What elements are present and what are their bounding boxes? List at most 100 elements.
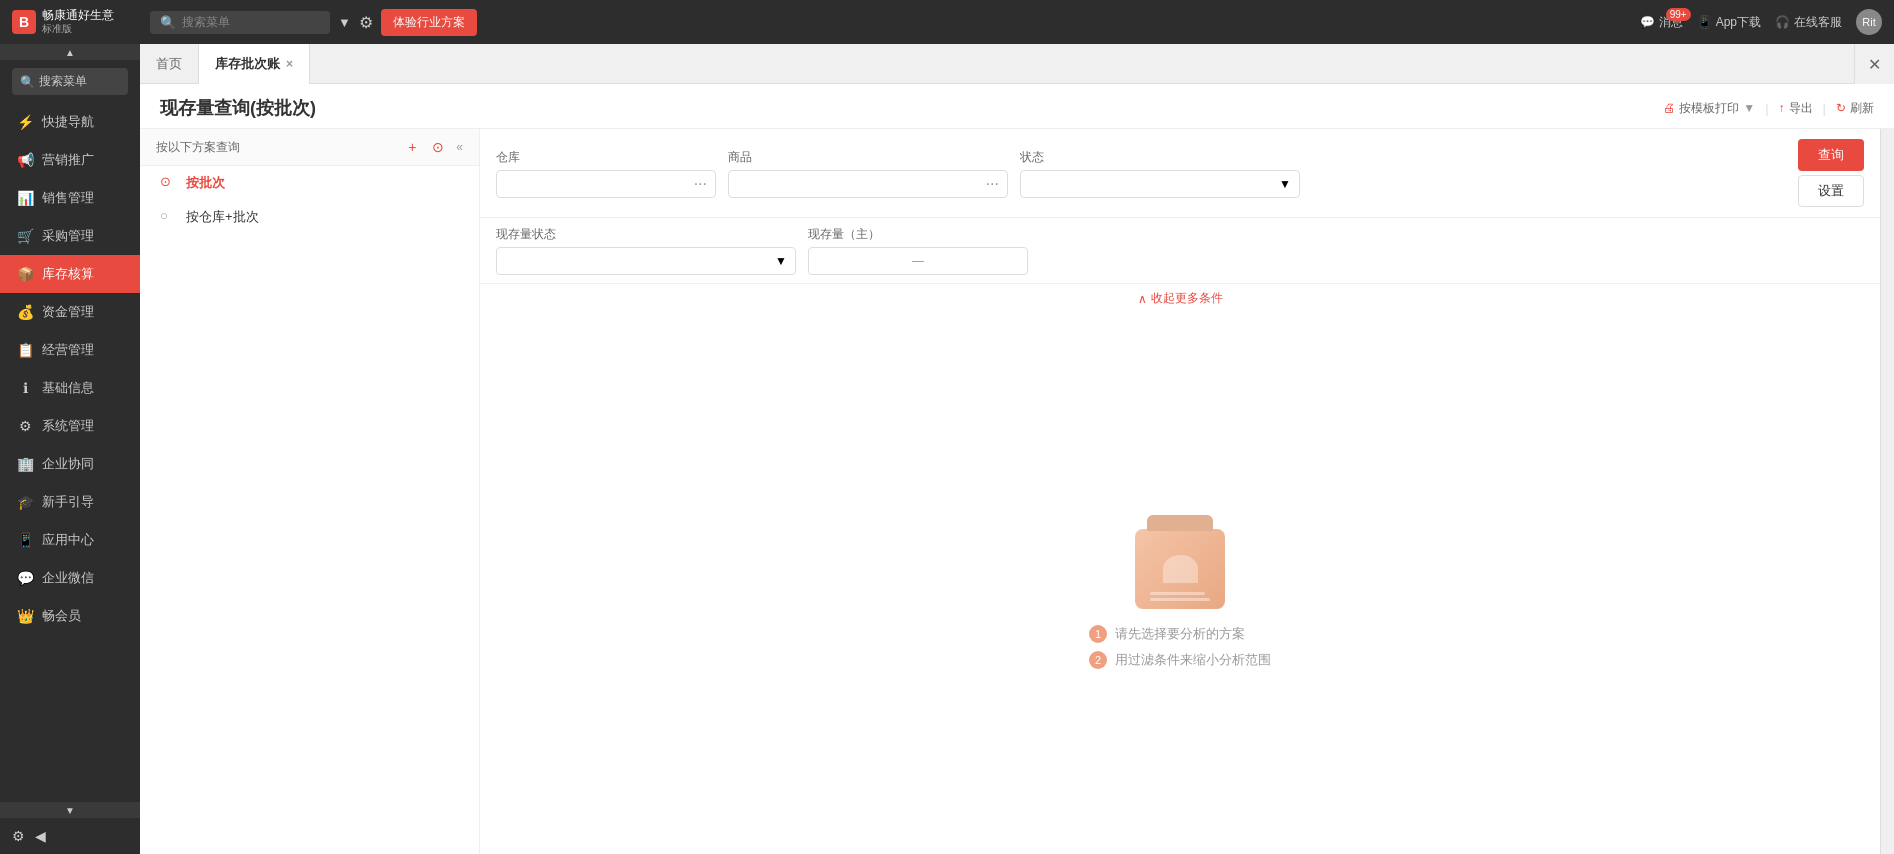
goods-input[interactable]: ··· xyxy=(728,170,1008,198)
app-center-icon: 📱 xyxy=(16,531,34,549)
top-actions: 💬 消息 99+ 📱 App下载 🎧 在线客服 Rit xyxy=(1640,9,1882,35)
filter-row-2: 现存量状态 ▼ 现存量（主） — xyxy=(480,218,1880,284)
page-header-actions: 🖨 按模板打印 ▼ | ↑ 导出 | ↻ 刷新 xyxy=(1663,100,1874,117)
top-bar: B 畅康通好生意 标准版 🔍 ▼ ⚙ 体验行业方案 💬 消息 99+ 📱 App… xyxy=(0,0,1894,44)
sidebar-scroll-up[interactable]: ▲ xyxy=(0,44,140,60)
sidebar-item-purchase[interactable]: 🛒 采购管理 xyxy=(0,217,140,255)
qty-input[interactable]: — xyxy=(808,247,1028,275)
tab-close-btn[interactable]: × xyxy=(286,57,293,71)
headset-icon: 🎧 xyxy=(1775,15,1790,29)
status-filter: 状态 ▼ xyxy=(1020,149,1300,198)
marketing-icon: 📢 xyxy=(16,151,34,169)
dropdown-icon[interactable]: ▼ xyxy=(338,15,351,30)
page-title: 现存量查询(按批次) xyxy=(160,96,316,120)
collapse-sidebar-icon[interactable]: ◀ xyxy=(35,828,46,844)
avatar: Rit xyxy=(1856,9,1882,35)
filter-panel: 仓库 ··· 商品 ··· xyxy=(480,129,1880,313)
sidebar-item-sales[interactable]: 📊 销售管理 xyxy=(0,179,140,217)
inventory-status-select[interactable]: ▼ xyxy=(496,247,796,275)
content-area: 首页 库存批次账 × ✕ 现存量查询(按批次) 🖨 按模板打印 ▼ xyxy=(140,44,1894,854)
messages-badge: 99+ xyxy=(1666,8,1691,21)
collapse-plan-icon[interactable]: « xyxy=(456,140,463,154)
settings-bottom-icon[interactable]: ⚙ xyxy=(12,828,25,844)
sidebar-item-app-center[interactable]: 📱 应用中心 xyxy=(0,521,140,559)
sidebar-item-newbie[interactable]: 🎓 新手引导 xyxy=(0,483,140,521)
messages-btn[interactable]: 💬 消息 99+ xyxy=(1640,14,1683,31)
wechat-icon: 💬 xyxy=(16,569,34,587)
sidebar-item-quick-nav[interactable]: ⚡ 快捷导航 xyxy=(0,103,140,141)
phone-icon: 📱 xyxy=(1697,15,1712,29)
add-plan-icon[interactable]: + xyxy=(402,137,422,157)
empty-hints: 1 请先选择要分析的方案 2 用过滤条件来缩小分析范围 xyxy=(1089,625,1271,669)
main-layout: ▲ 🔍 搜索菜单 ⚡ 快捷导航 📢 营销推广 📊 销售管理 xyxy=(0,44,1894,854)
refresh-icon: ↻ xyxy=(1836,101,1846,115)
sidebar-item-operations[interactable]: 📋 经营管理 xyxy=(0,331,140,369)
sidebar-item-enterprise[interactable]: 🏢 企业协同 xyxy=(0,445,140,483)
collapse-more-btn[interactable]: ∧ 收起更多条件 xyxy=(480,284,1880,313)
sidebar-bottom: ⚙ ◀ xyxy=(0,818,140,854)
finance-icon: 💰 xyxy=(16,303,34,321)
search-box[interactable]: 🔍 xyxy=(150,11,330,34)
print-icon: 🖨 xyxy=(1663,101,1675,115)
status-select[interactable]: ▼ xyxy=(1020,170,1300,198)
close-all-icon: ✕ xyxy=(1868,55,1881,74)
search-input[interactable] xyxy=(182,15,302,29)
sidebar-item-member[interactable]: 👑 畅会员 xyxy=(0,597,140,635)
sales-icon: 📊 xyxy=(16,189,34,207)
sidebar-item-finance[interactable]: 💰 资金管理 xyxy=(0,293,140,331)
sidebar-search-btn[interactable]: 🔍 搜索菜单 xyxy=(12,68,128,95)
brand-sub: 标准版 xyxy=(42,22,114,36)
newbie-icon: 🎓 xyxy=(16,493,34,511)
plan-sidebar-icons: + ⊙ xyxy=(402,137,448,157)
sidebar-item-marketing[interactable]: 📢 营销推广 xyxy=(0,141,140,179)
top-search-area: 🔍 ▼ ⚙ 体验行业方案 xyxy=(150,9,1632,36)
brand: B 畅康通好生意 标准版 xyxy=(12,8,142,36)
sidebar-item-wechat[interactable]: 💬 企业微信 xyxy=(0,559,140,597)
query-actions: 查询 设置 xyxy=(1798,139,1864,207)
plan-item-by-batch[interactable]: ⊙ 按批次 xyxy=(140,166,479,200)
filter-plan-layout: 按以下方案查询 + ⊙ « ⊙ 按批次 xyxy=(140,129,1894,854)
basic-info-icon: ℹ xyxy=(16,379,34,397)
right-scrollbar[interactable] xyxy=(1880,129,1894,854)
export-btn[interactable]: ↑ 导出 xyxy=(1779,100,1813,117)
plan-item-icon: ○ xyxy=(160,208,178,226)
experience-btn[interactable]: 体验行业方案 xyxy=(381,9,477,36)
tab-home[interactable]: 首页 xyxy=(140,44,199,84)
refresh-btn[interactable]: ↻ 刷新 xyxy=(1836,100,1874,117)
sidebar: 🔍 搜索菜单 ⚡ 快捷导航 📢 营销推广 📊 销售管理 🛒 采购管理 xyxy=(0,60,140,802)
sidebar-item-inventory[interactable]: 📦 库存核算 xyxy=(0,255,140,293)
tab-inventory-batch[interactable]: 库存批次账 × xyxy=(199,44,310,84)
enterprise-icon: 🏢 xyxy=(16,455,34,473)
plan-settings-icon[interactable]: ⊙ xyxy=(428,137,448,157)
settings-btn[interactable]: 设置 xyxy=(1798,175,1864,207)
sidebar-item-basic-info[interactable]: ℹ 基础信息 xyxy=(0,369,140,407)
message-icon: 💬 xyxy=(1640,15,1655,29)
plan-item-by-warehouse-batch[interactable]: ○ 按仓库+批次 xyxy=(140,200,479,234)
warehouse-input[interactable]: ··· xyxy=(496,170,716,198)
tab-close-all-btn[interactable]: ✕ xyxy=(1854,44,1894,84)
page-content: 现存量查询(按批次) 🖨 按模板打印 ▼ | ↑ 导出 | ↻ xyxy=(140,84,1894,854)
inv-status-dropdown-icon: ▼ xyxy=(775,254,787,268)
query-btn[interactable]: 查询 xyxy=(1798,139,1864,171)
goods-filter: 商品 ··· xyxy=(728,149,1008,198)
print-btn[interactable]: 🖨 按模板打印 ▼ xyxy=(1663,100,1755,117)
app-download-btn[interactable]: 📱 App下载 xyxy=(1697,14,1761,31)
sidebar-search-container: 🔍 搜索菜单 xyxy=(0,60,140,103)
plan-sidebar: 按以下方案查询 + ⊙ « ⊙ 按批次 xyxy=(140,129,480,854)
page-header: 现存量查询(按批次) 🖨 按模板打印 ▼ | ↑ 导出 | ↻ xyxy=(140,84,1894,129)
online-service-btn[interactable]: 🎧 在线客服 xyxy=(1775,14,1842,31)
member-icon: 👑 xyxy=(16,607,34,625)
warehouse-filter: 仓库 ··· xyxy=(496,149,716,198)
status-dropdown-icon: ▼ xyxy=(1279,177,1291,191)
print-dropdown-icon[interactable]: ▼ xyxy=(1743,101,1755,115)
sidebar-scroll-down[interactable]: ▼ xyxy=(0,802,140,818)
plan-sidebar-header: 按以下方案查询 + ⊙ « xyxy=(140,129,479,166)
right-area: 仓库 ··· 商品 ··· xyxy=(480,129,1880,854)
settings-icon[interactable]: ⚙ xyxy=(359,13,373,32)
brand-logo: B xyxy=(12,10,36,34)
empty-state-area: 1 请先选择要分析的方案 2 用过滤条件来缩小分析范围 xyxy=(480,313,1880,854)
filter-row-1: 仓库 ··· 商品 ··· xyxy=(480,129,1880,218)
sidebar-item-system[interactable]: ⚙ 系统管理 xyxy=(0,407,140,445)
user-avatar[interactable]: Rit xyxy=(1856,9,1882,35)
collapse-arrow-icon: ∧ xyxy=(1138,292,1147,306)
